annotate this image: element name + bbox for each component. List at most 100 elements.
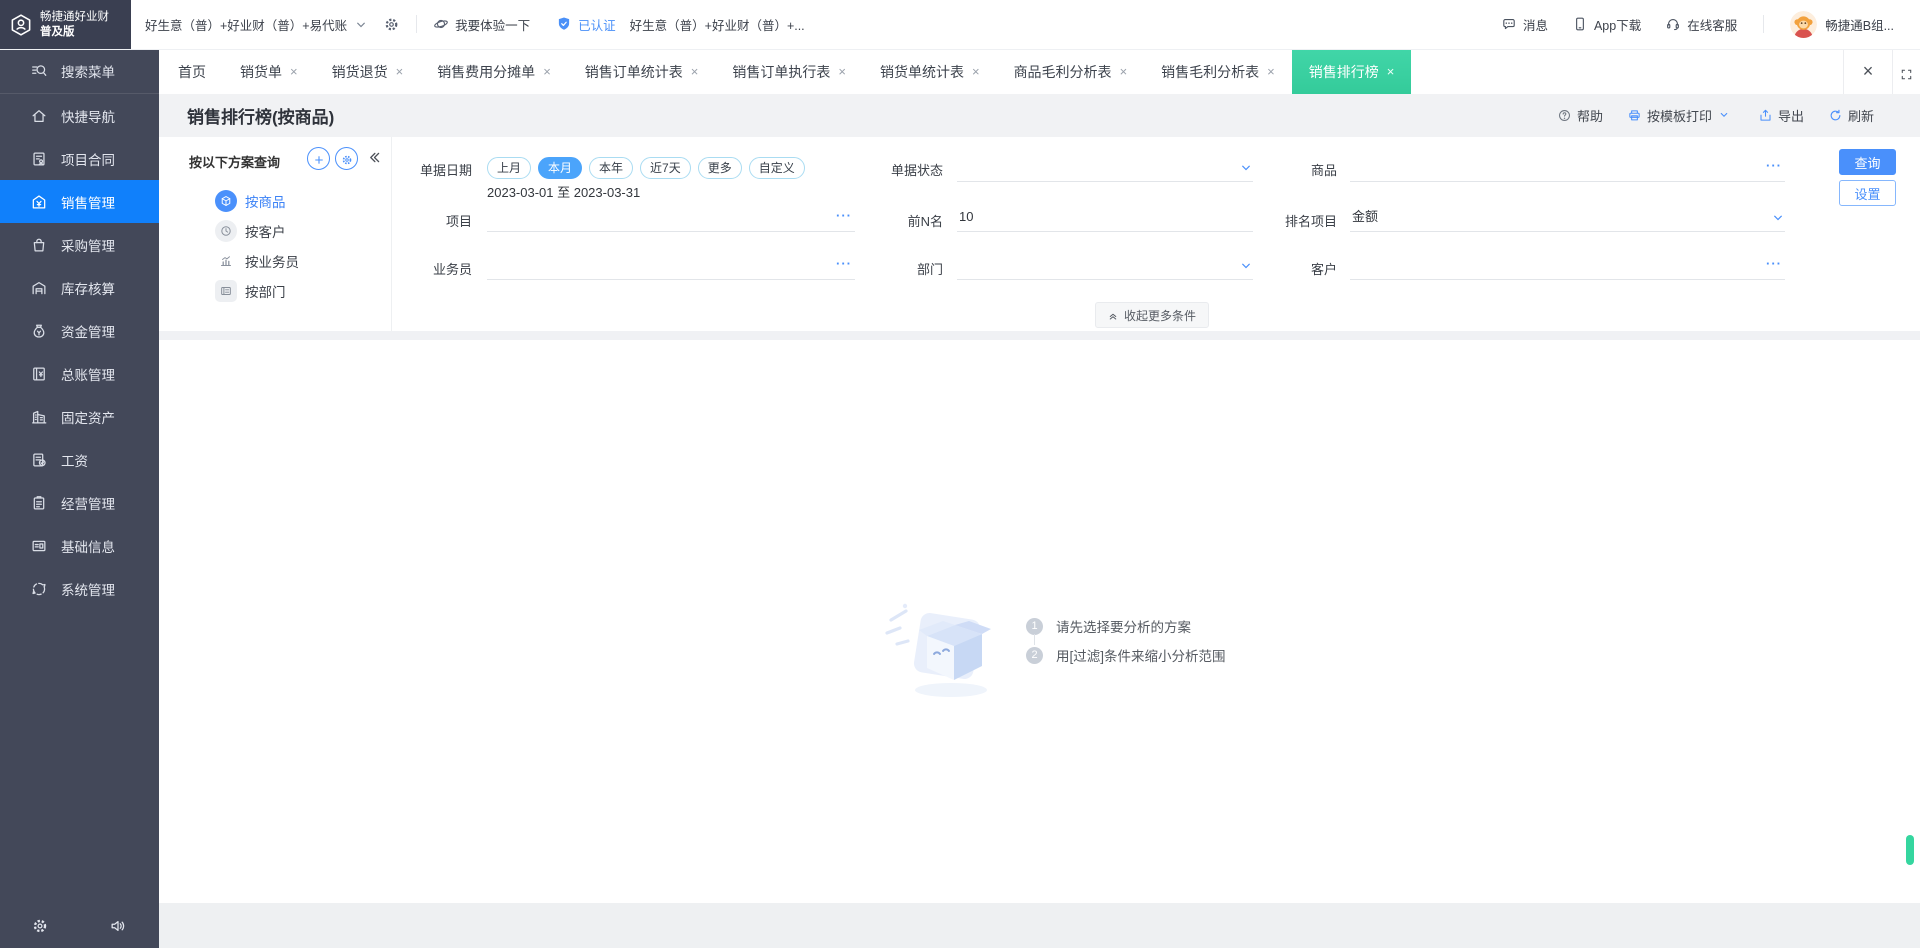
- close-tab-icon[interactable]: ×: [1120, 64, 1128, 79]
- tab-3[interactable]: 销售费用分摊单 ×: [420, 49, 568, 94]
- collapse-more-conditions-button[interactable]: 收起更多条件: [1095, 302, 1210, 328]
- chevron-down-icon[interactable]: [1772, 212, 1784, 224]
- sidebar-item-purchase[interactable]: 采购管理: [0, 223, 159, 266]
- close-tab-icon[interactable]: ×: [396, 64, 404, 79]
- scheme-item-card[interactable]: 按部门: [215, 276, 390, 306]
- experience-link[interactable]: 我要体验一下: [433, 15, 530, 34]
- date-pill-本月[interactable]: 本月: [538, 157, 583, 179]
- topbar-right: 消息 App下载 在线客服 畅捷通B组...: [1501, 0, 1894, 48]
- doc-status-label: 单据状态: [890, 163, 943, 178]
- speaker-collapse-icon[interactable]: [109, 917, 127, 935]
- scheme-item-label: 按客户: [245, 225, 286, 240]
- lookup-dots-icon[interactable]: ···: [1766, 158, 1782, 174]
- gear-icon[interactable]: [383, 16, 400, 33]
- panel-gap: [159, 331, 1920, 340]
- refresh-label: 刷新: [1847, 109, 1874, 124]
- date-pill-本年[interactable]: 本年: [589, 157, 634, 179]
- clock-icon: [215, 220, 237, 242]
- online-service-button[interactable]: 在线客服: [1665, 15, 1737, 34]
- tab-5[interactable]: 销售订单执行表 ×: [715, 49, 863, 94]
- certified-badge[interactable]: 已认证: [556, 15, 616, 34]
- scheme-item-label: 按业务员: [245, 255, 299, 270]
- close-tab-icon[interactable]: ×: [838, 64, 846, 79]
- sidebar-item-search[interactable]: 搜索菜单: [0, 49, 159, 93]
- product-switcher[interactable]: 好生意（普）+好业财（普）+易代账: [145, 15, 347, 34]
- tab-8[interactable]: 销售毛利分析表 ×: [1144, 49, 1292, 94]
- messages-button[interactable]: 消息: [1501, 15, 1548, 34]
- print-by-template-button[interactable]: 按模板打印: [1627, 106, 1734, 125]
- top-n-input[interactable]: 10: [957, 205, 1253, 232]
- scheme-settings-button[interactable]: [335, 147, 358, 170]
- department-select[interactable]: [957, 253, 1253, 280]
- help-button[interactable]: 帮助: [1557, 106, 1603, 125]
- operations-icon: [30, 494, 48, 512]
- sidebar-item-assets[interactable]: 固定资产: [0, 395, 159, 438]
- sidebar-item-home[interactable]: 快捷导航: [0, 94, 159, 137]
- close-tab-icon[interactable]: ×: [691, 64, 699, 79]
- tab-6[interactable]: 销货单统计表 ×: [863, 49, 997, 94]
- sidebar-item-label: 快捷导航: [61, 109, 115, 125]
- tab-9[interactable]: 销售排行榜 ×: [1291, 49, 1412, 94]
- account-products[interactable]: 好生意（普）+好业财（普）+...: [630, 15, 805, 34]
- bottom-strip: [159, 903, 1920, 948]
- sidebar-item-inventory[interactable]: 库存核算: [0, 266, 159, 309]
- tab-7[interactable]: 商品毛利分析表 ×: [997, 49, 1145, 94]
- app-download-button[interactable]: App下载: [1572, 15, 1641, 34]
- sidebar-item-payroll[interactable]: 工资: [0, 438, 159, 481]
- close-tab-icon[interactable]: ×: [1387, 64, 1395, 79]
- brand-edition: 普及版: [40, 25, 75, 38]
- step-2-badge: 2: [1026, 646, 1043, 664]
- divider: [416, 15, 418, 33]
- app-download-label: App下载: [1593, 18, 1642, 33]
- chevron-down-icon[interactable]: [1719, 108, 1734, 123]
- query-button[interactable]: 查询: [1839, 149, 1896, 175]
- date-pill-自定义[interactable]: 自定义: [748, 157, 805, 179]
- tab-2[interactable]: 销货退货 ×: [315, 49, 421, 94]
- tab-0[interactable]: 首页: [161, 49, 223, 94]
- close-tab-icon[interactable]: ×: [290, 64, 298, 79]
- search-icon: [30, 62, 48, 80]
- fullscreen-icon[interactable]: [1892, 49, 1920, 94]
- sidebar-item-system[interactable]: 系统管理: [0, 567, 159, 610]
- tab-4[interactable]: 销售订单统计表 ×: [568, 49, 716, 94]
- export-button[interactable]: 导出: [1758, 106, 1804, 125]
- sidebar-item-label: 销售管理: [61, 195, 115, 211]
- salesman-lookup[interactable]: ···: [487, 253, 855, 280]
- sidebar-item-label: 项目合同: [61, 152, 115, 168]
- close-tab-icon[interactable]: ×: [972, 64, 980, 79]
- collapse-more-label: 收起更多条件: [1124, 308, 1197, 323]
- project-lookup[interactable]: ···: [487, 205, 855, 232]
- rank-item-select[interactable]: 金额: [1350, 205, 1785, 232]
- date-pill-近7天[interactable]: 近7天: [640, 157, 691, 179]
- scrollbar-thumb[interactable]: [1906, 835, 1914, 865]
- sidebar-item-funds[interactable]: 资金管理: [0, 309, 159, 352]
- tab-1[interactable]: 销货单 ×: [223, 49, 315, 94]
- page-title: 销售排行榜(按商品): [187, 108, 335, 127]
- date-pill-上月[interactable]: 上月: [487, 157, 532, 179]
- refresh-button[interactable]: 刷新: [1828, 106, 1874, 125]
- sidebar-item-basicinfo[interactable]: 基础信息: [0, 524, 159, 567]
- add-scheme-button[interactable]: [307, 147, 330, 170]
- empty-step-1: 1 请先选择要分析的方案: [1026, 616, 1191, 636]
- date-pill-更多[interactable]: 更多: [697, 157, 742, 179]
- rank-item-value: 金额: [1352, 209, 1379, 224]
- sidebar-item-sales[interactable]: 销售管理: [0, 180, 159, 223]
- sidebar-nav: 搜索菜单快捷导航项目合同销售管理采购管理 库存核算 资金管理 总账管理 固定资产 工资 经营…: [0, 49, 159, 948]
- customer-lookup[interactable]: ···: [1350, 253, 1785, 280]
- sidebar-item-contract[interactable]: 项目合同: [0, 137, 159, 180]
- product-lookup[interactable]: ···: [1350, 155, 1785, 182]
- scheme-item-label: 按商品: [245, 195, 286, 210]
- chevron-down-icon[interactable]: [355, 18, 367, 30]
- question-circle-icon: [1557, 108, 1572, 123]
- date-range-value[interactable]: 2023-03-01 至 2023-03-31: [487, 182, 640, 201]
- settings-gear-icon[interactable]: [31, 917, 49, 935]
- lookup-dots-icon[interactable]: ···: [1766, 256, 1782, 272]
- sidebar-item-ledger[interactable]: 总账管理: [0, 352, 159, 395]
- close-tab-icon[interactable]: ×: [1267, 64, 1275, 79]
- doc-status-select[interactable]: [957, 155, 1253, 182]
- close-tab-icon[interactable]: ×: [543, 64, 551, 79]
- user-menu[interactable]: 畅捷通B组...: [1790, 10, 1894, 38]
- close-all-tabs-button[interactable]: ×: [1843, 49, 1892, 94]
- sidebar-item-operations[interactable]: 经营管理: [0, 481, 159, 524]
- settings-button[interactable]: 设置: [1839, 180, 1896, 206]
